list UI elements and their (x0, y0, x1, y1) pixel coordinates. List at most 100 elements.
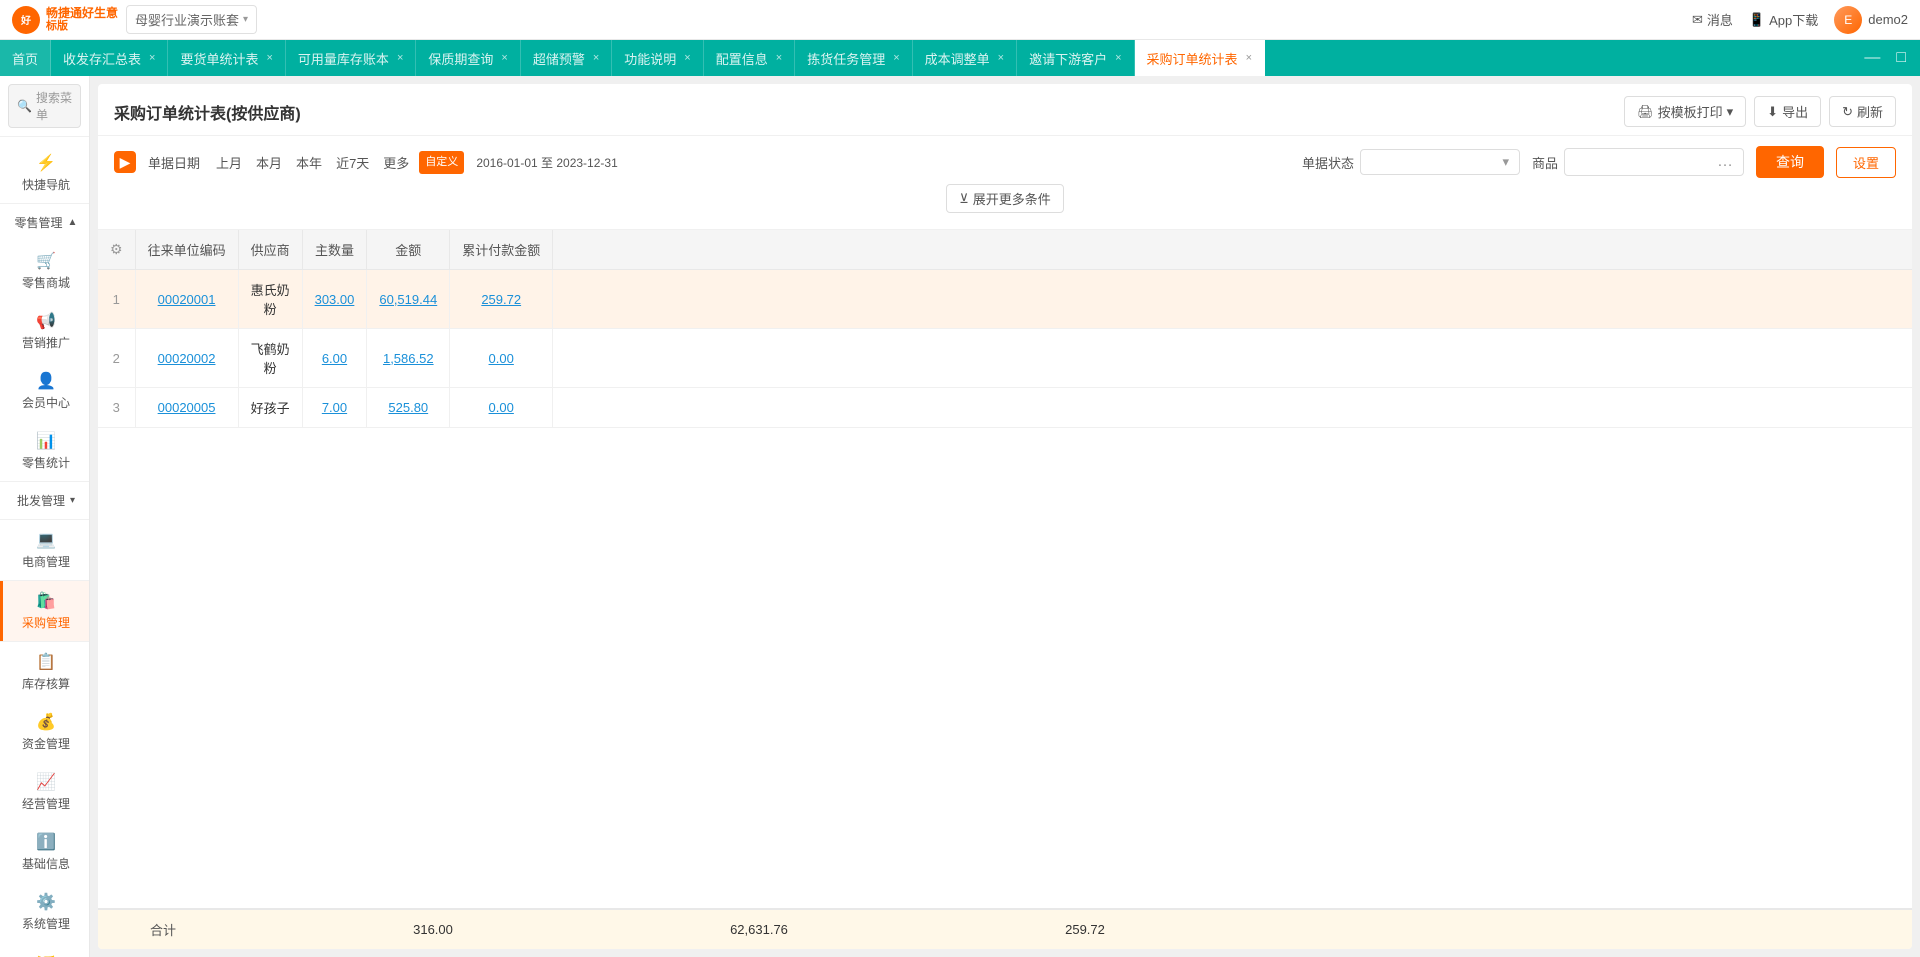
row-supplier: 飞鹤奶粉 (238, 329, 302, 388)
footer-qty: 316.00 (270, 922, 596, 937)
sidebar-item-cooperation[interactable]: 🤝 企业协同 (0, 942, 89, 957)
sidebar-item-quick-nav[interactable]: ⚡ 快捷导航 (0, 143, 89, 203)
sidebar-item-basic-info[interactable]: ℹ️ 基础信息 (0, 822, 89, 882)
sidebar-item-purchase[interactable]: 🛍️ 采购管理 (0, 581, 89, 641)
close-icon[interactable]: × (893, 52, 899, 64)
sidebar-item-finance[interactable]: 💰 资金管理 (0, 702, 89, 762)
sidebar-item-retail-stats[interactable]: 📊 零售统计 (0, 421, 89, 481)
this-year-btn[interactable]: 本年 (292, 151, 326, 174)
goods-input[interactable]: … (1564, 148, 1744, 176)
sidebar-item-wholesale[interactable]: 批发管理 ▾ (0, 482, 89, 519)
sidebar-section-wholesale: 批发管理 ▾ (0, 482, 89, 520)
expand-more-row: ⊻ 展开更多条件 (114, 178, 1896, 219)
sidebar-item-member-center[interactable]: 👤 会员中心 (0, 361, 89, 421)
print-button[interactable]: 🖨 按模板打印 ▾ (1624, 96, 1746, 127)
more-btn[interactable]: 更多 (379, 151, 413, 174)
row-qty[interactable]: 6.00 (302, 329, 367, 388)
this-month-btn[interactable]: 本月 (252, 151, 286, 174)
tab-receive-summary[interactable]: 收发存汇总表 × (51, 40, 168, 76)
last-7-days-btn[interactable]: 近7天 (332, 151, 373, 174)
table-body: 1 00020001 惠氏奶粉 303.00 60,519.44 259.72 … (98, 270, 1912, 428)
tab-expiry-query[interactable]: 保质期查询 × (416, 40, 520, 76)
close-icon[interactable]: × (501, 52, 507, 64)
tab-actions: — □ (1858, 45, 1920, 71)
settings-button[interactable]: 设置 (1836, 147, 1896, 178)
sidebar-search[interactable]: 🔍 搜索菜单 (0, 76, 89, 137)
close-icon[interactable]: × (1115, 52, 1121, 64)
chevron-down-icon: ▾ (1727, 104, 1734, 120)
more-icon[interactable]: … (1717, 153, 1733, 171)
query-button[interactable]: 查询 (1756, 146, 1824, 178)
maximize-icon[interactable]: □ (1890, 45, 1912, 71)
tab-picking-tasks[interactable]: 拣货任务管理 × (795, 40, 912, 76)
close-icon[interactable]: × (266, 52, 272, 64)
tab-function-desc[interactable]: 功能说明 × (612, 40, 703, 76)
row-paid[interactable]: 0.00 (450, 329, 553, 388)
row-supplier: 好孩子 (238, 388, 302, 428)
inventory-icon: 📋 (36, 652, 56, 672)
marketing-icon: 📢 (36, 311, 56, 331)
status-filter: 单据状态 ▾ (1302, 149, 1520, 175)
tab-config[interactable]: 配置信息 × (704, 40, 795, 76)
tab-purchase-order-stats[interactable]: 采购订单统计表 × (1135, 40, 1265, 76)
close-icon[interactable]: × (998, 52, 1004, 64)
table-footer: 合计 316.00 62,631.76 259.72 (98, 908, 1912, 949)
row-qty[interactable]: 7.00 (302, 388, 367, 428)
tab-available-stock[interactable]: 可用量库存账本 × (286, 40, 416, 76)
refresh-button[interactable]: ↻ 刷新 (1829, 96, 1896, 127)
row-amount[interactable]: 60,519.44 (367, 270, 450, 329)
minimize-icon[interactable]: — (1858, 45, 1886, 71)
top-bar-right: ✉ 消息 📱 App下载 E demo2 (1692, 6, 1908, 34)
close-icon[interactable]: × (593, 52, 599, 64)
export-button[interactable]: ⬇ 导出 (1754, 96, 1821, 127)
footer-amount: 62,631.76 (596, 922, 922, 937)
row-num: 3 (98, 388, 135, 428)
status-select[interactable]: ▾ (1360, 149, 1520, 175)
row-paid[interactable]: 0.00 (450, 388, 553, 428)
sidebar-item-ecommerce[interactable]: 💻 电商管理 (0, 520, 89, 580)
chevron-down-icon: ▾ (243, 14, 248, 25)
sidebar-item-business-mgmt[interactable]: 📈 经营管理 (0, 762, 89, 822)
row-code[interactable]: 00020002 (135, 329, 238, 388)
chevron-down-icon: ▾ (1502, 154, 1509, 170)
sidebar-item-retail-mall[interactable]: 🛒 零售商城 (0, 241, 89, 301)
refresh-icon: ↻ (1842, 104, 1853, 120)
workspace-selector[interactable]: 母婴行业演示账套 ▾ (126, 5, 257, 34)
retail-mall-icon: 🛒 (36, 251, 56, 271)
expand-more-button[interactable]: ⊻ 展开更多条件 (946, 184, 1064, 213)
search-box[interactable]: 🔍 搜索菜单 (8, 84, 81, 128)
row-code[interactable]: 00020005 (135, 388, 238, 428)
sidebar-item-marketing[interactable]: 📢 营销推广 (0, 301, 89, 361)
tab-cost-adjust[interactable]: 成本调整单 × (913, 40, 1017, 76)
tab-overstock-warning[interactable]: 超储预警 × (521, 40, 612, 76)
user-area[interactable]: E demo2 (1834, 6, 1908, 34)
row-num: 2 (98, 329, 135, 388)
close-icon[interactable]: × (149, 52, 155, 64)
sidebar-item-inventory[interactable]: 📋 库存核算 (0, 642, 89, 702)
gear-icon[interactable]: ⚙ (110, 241, 123, 257)
filter-toggle-button[interactable]: ▶ (114, 151, 136, 173)
close-icon[interactable]: × (397, 52, 403, 64)
row-num: 1 (98, 270, 135, 329)
row-amount[interactable]: 1,586.52 (367, 329, 450, 388)
row-extra (553, 329, 1912, 388)
sidebar-item-system[interactable]: ⚙️ 系统管理 (0, 882, 89, 942)
filter-area: ▶ 单据日期 上月 本月 本年 近7天 更多 自定义 2016-01-01 至 … (98, 136, 1912, 230)
tab-order-stats[interactable]: 要货单统计表 × (168, 40, 285, 76)
row-amount[interactable]: 525.80 (367, 388, 450, 428)
table-row: 2 00020002 飞鹤奶粉 6.00 1,586.52 0.00 (98, 329, 1912, 388)
message-button[interactable]: ✉ 消息 (1692, 10, 1733, 29)
table-row: 3 00020005 好孩子 7.00 525.80 0.00 (98, 388, 1912, 428)
app-download-button[interactable]: 📱 App下载 (1749, 10, 1818, 29)
row-code[interactable]: 00020001 (135, 270, 238, 329)
close-icon[interactable]: × (684, 52, 690, 64)
row-qty[interactable]: 303.00 (302, 270, 367, 329)
tab-home[interactable]: 首页 (0, 40, 51, 76)
close-icon[interactable]: × (1246, 52, 1252, 64)
footer-cells: 316.00 62,631.76 259.72 (270, 922, 1900, 937)
last-month-btn[interactable]: 上月 (212, 151, 246, 174)
close-icon[interactable]: × (776, 52, 782, 64)
row-paid[interactable]: 259.72 (450, 270, 553, 329)
sidebar-item-retail-mgmt[interactable]: 零售管理 ▲ (0, 204, 89, 241)
tab-invite-downstream[interactable]: 邀请下游客户 × (1017, 40, 1134, 76)
